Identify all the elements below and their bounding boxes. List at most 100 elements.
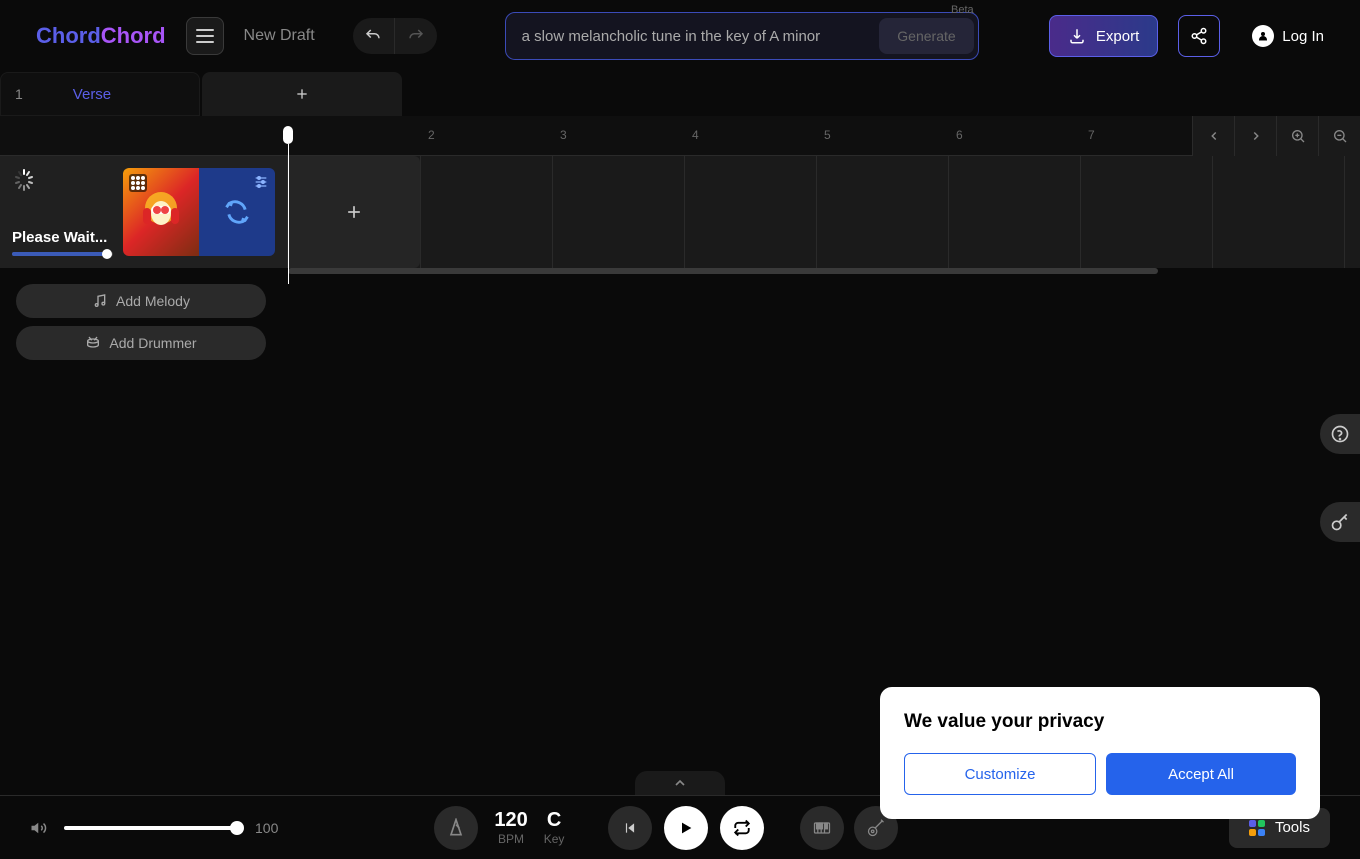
add-track-buttons: Add Melody Add Drummer — [0, 274, 288, 370]
loop-icon — [733, 819, 751, 837]
track-settings-button[interactable] — [253, 174, 269, 195]
key-value: C — [547, 809, 561, 832]
redo-icon — [407, 27, 425, 45]
generate-button[interactable]: Generate — [879, 18, 973, 54]
skip-back-button[interactable] — [608, 806, 652, 850]
volume-handle[interactable] — [230, 821, 244, 835]
play-button[interactable] — [664, 806, 708, 850]
add-melody-label: Add Melody — [116, 293, 190, 309]
bpm-value: 120 — [494, 809, 527, 832]
privacy-modal: We value your privacy Customize Accept A… — [880, 687, 1320, 819]
track-regenerate-panel[interactable] — [199, 168, 275, 256]
timeline: 2 3 4 5 6 7 — [0, 116, 1360, 274]
grid-line — [684, 156, 685, 268]
prompt-input[interactable] — [522, 28, 880, 45]
add-drummer-label: Add Drummer — [109, 335, 196, 351]
piano-button[interactable] — [800, 806, 844, 850]
chevron-up-icon — [672, 775, 688, 791]
chevron-right-icon — [1249, 129, 1263, 143]
sliders-icon — [253, 174, 269, 190]
loading-text: Please Wait... — [12, 229, 113, 246]
horizontal-scrollbar[interactable] — [0, 268, 1360, 274]
draft-title[interactable]: New Draft — [244, 27, 315, 45]
loading-section: Please Wait... — [12, 168, 113, 256]
menu-button[interactable] — [186, 17, 224, 55]
loop-button[interactable] — [720, 806, 764, 850]
section-tabs: 1 Verse — [0, 72, 1360, 116]
play-icon — [678, 820, 694, 836]
prompt-box: Generate — [505, 12, 979, 60]
ruler-mark: 3 — [560, 128, 567, 142]
grid-line — [1344, 156, 1345, 268]
key-display[interactable]: C Key — [544, 809, 565, 846]
track-sidebar: Please Wait... — [0, 156, 288, 268]
beta-label: Beta — [951, 4, 974, 16]
progress-handle — [102, 249, 112, 259]
grid-line — [552, 156, 553, 268]
progress-fill — [12, 252, 106, 256]
grid-line — [1212, 156, 1213, 268]
track-thumbnail[interactable] — [123, 168, 199, 256]
share-button[interactable] — [1178, 15, 1220, 57]
track-row: Please Wait... — [0, 156, 1360, 268]
tab-number: 1 — [15, 86, 23, 102]
playhead[interactable] — [288, 126, 293, 284]
user-icon — [1252, 25, 1274, 47]
privacy-title: We value your privacy — [904, 711, 1296, 733]
ruler-mark: 6 — [956, 128, 963, 142]
prev-section-button[interactable] — [1192, 116, 1234, 156]
volume-icon[interactable] — [30, 819, 48, 837]
hamburger-icon — [196, 29, 214, 43]
undo-button[interactable] — [353, 18, 395, 54]
app-header: ChordChord New Draft Beta Generate Expor… — [0, 0, 1360, 72]
export-button[interactable]: Export — [1049, 15, 1158, 57]
metronome-button[interactable] — [434, 806, 478, 850]
key-button[interactable] — [1320, 502, 1360, 542]
person-icon — [1257, 30, 1269, 42]
search-container: Beta Generate — [505, 12, 979, 60]
playhead-line — [288, 144, 289, 284]
track-thumbnail-group[interactable] — [123, 168, 275, 256]
refresh-icon — [223, 198, 251, 226]
tools-label: Tools — [1275, 819, 1310, 836]
zoom-out-button[interactable] — [1318, 116, 1360, 156]
download-icon — [1068, 27, 1086, 45]
ruler-mark: 7 — [1088, 128, 1095, 142]
customize-button[interactable]: Customize — [904, 753, 1096, 795]
logo-part1: Chord — [36, 23, 101, 49]
redo-button[interactable] — [395, 18, 437, 54]
add-drummer-button[interactable]: Add Drummer — [16, 326, 266, 360]
help-button[interactable] — [1320, 414, 1360, 454]
next-section-button[interactable] — [1234, 116, 1276, 156]
album-art-icon — [133, 188, 189, 248]
volume-slider[interactable] — [64, 826, 239, 830]
track-content[interactable] — [288, 156, 1360, 268]
key-icon — [1330, 512, 1350, 532]
drum-icon — [85, 335, 101, 351]
export-label: Export — [1096, 28, 1139, 45]
login-button[interactable]: Log In — [1252, 25, 1324, 47]
grid-line — [1080, 156, 1081, 268]
guitar-icon — [866, 818, 886, 838]
undo-redo-group — [353, 18, 437, 54]
add-melody-button[interactable]: Add Melody — [16, 284, 266, 318]
playhead-handle[interactable] — [283, 126, 293, 144]
login-label: Log In — [1282, 28, 1324, 45]
tab-verse[interactable]: 1 Verse — [0, 72, 200, 116]
accept-all-button[interactable]: Accept All — [1106, 753, 1296, 795]
zoom-in-button[interactable] — [1276, 116, 1318, 156]
bpm-display[interactable]: 120 BPM — [494, 809, 527, 846]
zoom-in-icon — [1290, 128, 1306, 144]
add-clip-button[interactable] — [288, 156, 420, 268]
expand-drawer-button[interactable] — [635, 771, 725, 795]
scrollbar-thumb[interactable] — [288, 268, 1158, 274]
grid-line — [420, 156, 421, 268]
melody-icon — [92, 293, 108, 309]
undo-icon — [364, 27, 382, 45]
transport-controls — [608, 806, 764, 850]
piano-icon — [812, 818, 832, 838]
timeline-ruler[interactable]: 2 3 4 5 6 7 — [0, 116, 1360, 156]
ruler-mark: 2 — [428, 128, 435, 142]
add-tab-button[interactable] — [202, 72, 402, 116]
ruler-mark: 5 — [824, 128, 831, 142]
